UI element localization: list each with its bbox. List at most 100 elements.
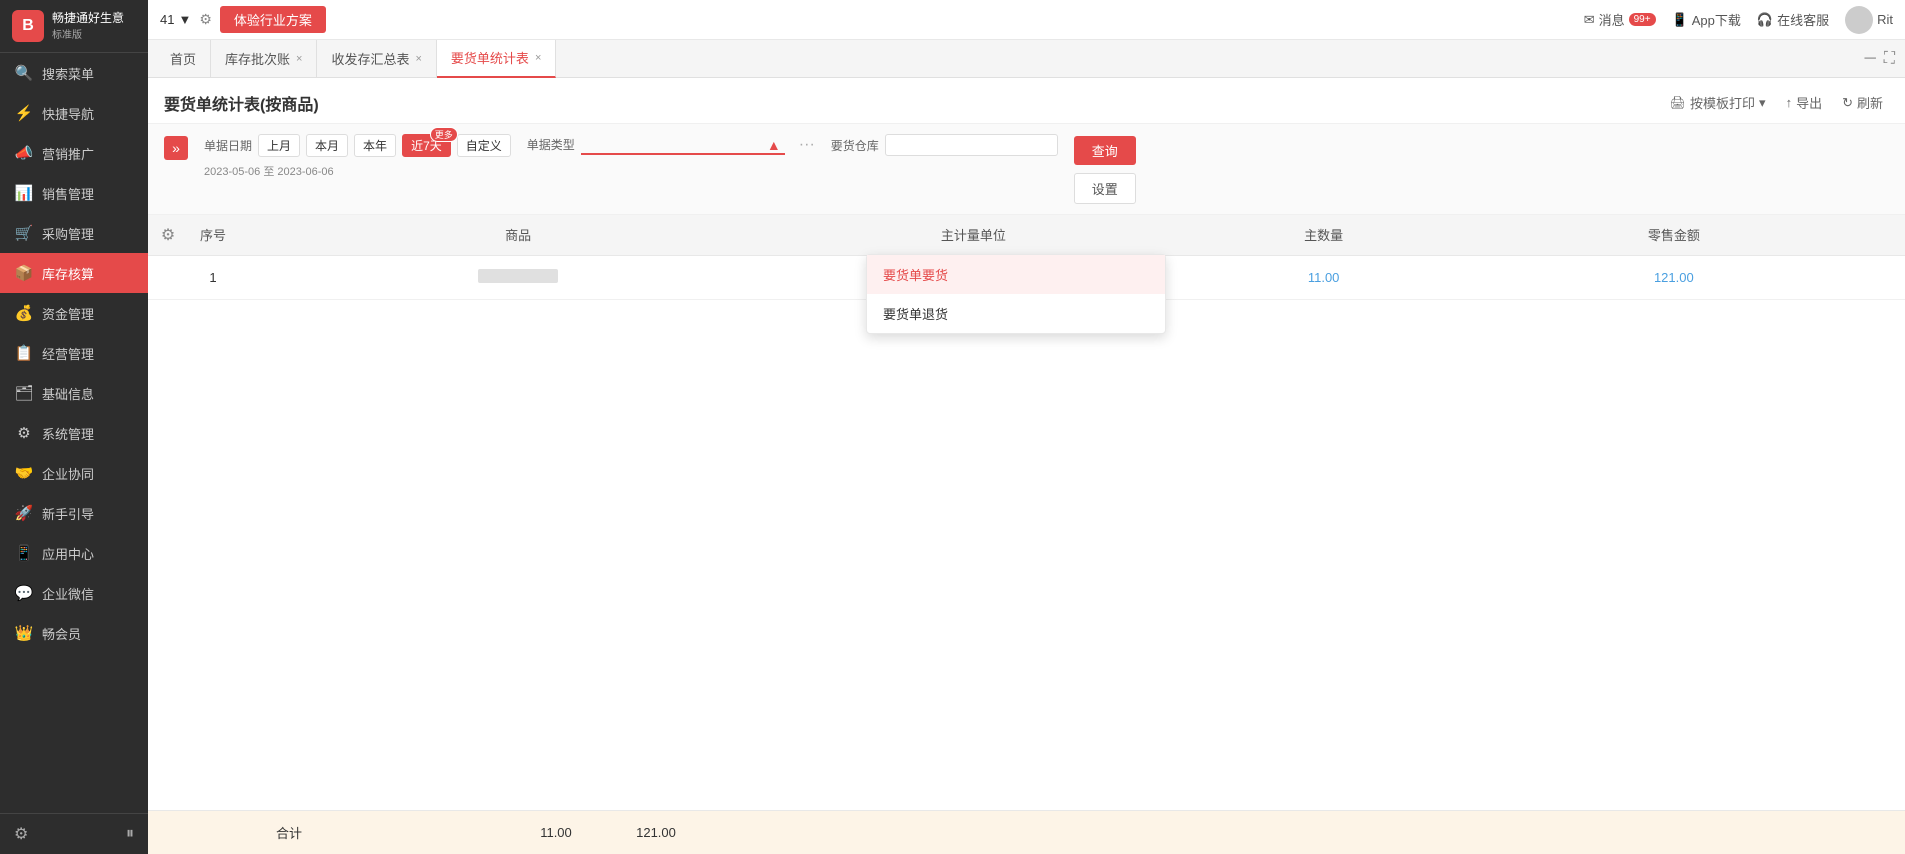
sidebar-item-appstore[interactable]: 📱应用中心	[0, 533, 148, 573]
service-btn[interactable]: 🎧 在线客服	[1757, 10, 1829, 29]
messages-btn[interactable]: ✉ 消息 99+	[1584, 10, 1656, 29]
tab-minimize-icon[interactable]: ─	[1862, 48, 1877, 70]
sidebar-item-label-shortcut: 快捷导航	[42, 104, 94, 123]
topbar-left: 41 ▼ ⚙ 体验行业方案	[160, 6, 326, 33]
app-download-btn[interactable]: 📱 App下载	[1672, 10, 1741, 29]
sidebar-item-marketing[interactable]: 📣营销推广	[0, 133, 148, 173]
export-label: 导出	[1796, 93, 1822, 112]
tab-collect[interactable]: 收发存汇总表 ×	[317, 40, 436, 78]
tab-batch-label: 库存批次账	[225, 49, 290, 68]
type-filter-label: 单据类型	[527, 136, 575, 153]
topbar: 41 ▼ ⚙ 体验行业方案 ✉ 消息 99+ 📱 App下载 🎧 在线客服 R	[148, 0, 1905, 40]
store-dropdown-icon: ▼	[178, 12, 191, 27]
date-week7-btn[interactable]: 近7天 更多	[402, 134, 451, 157]
page-title: 要货单统计表(按商品)	[164, 91, 319, 115]
table-header-row: ⚙ 序号 商品 主计量单位 主数量 零售金额	[148, 215, 1905, 255]
row-extra	[1849, 255, 1905, 299]
export-btn[interactable]: ↑ 导出	[1780, 90, 1829, 115]
print-arrow-icon: ▾	[1759, 95, 1766, 111]
topbar-gear-icon[interactable]: ⚙	[199, 11, 212, 28]
tab-home-label: 首页	[170, 49, 196, 68]
search-icon: 🔍	[14, 63, 34, 83]
row-settings	[148, 255, 188, 299]
sidebar-item-label-sales: 销售管理	[42, 184, 94, 203]
table-gear-icon[interactable]: ⚙	[161, 227, 175, 244]
dropdown-item-requisition-order[interactable]: 要货单要货	[867, 255, 1165, 294]
date-curr-btn[interactable]: 本月	[306, 134, 348, 157]
sidebar-item-label-inventory: 库存核算	[42, 264, 94, 283]
col-unit-header: 主计量单位	[798, 215, 1148, 255]
tab-collect-close[interactable]: ×	[415, 53, 421, 65]
user-avatar	[1845, 6, 1873, 34]
refresh-label: 刷新	[1857, 93, 1883, 112]
tab-expand-icon[interactable]: ⛶	[1882, 48, 1897, 70]
sidebar-item-shortcut[interactable]: ⚡快捷导航	[0, 93, 148, 133]
sidebar-item-operation[interactable]: 📋经营管理	[0, 333, 148, 373]
type-select-input[interactable]	[581, 134, 785, 155]
sidebar-item-guide[interactable]: 🚀新手引导	[0, 493, 148, 533]
app-name: 畅捷通好生意	[52, 11, 124, 27]
main-area: 41 ▼ ⚙ 体验行业方案 ✉ 消息 99+ 📱 App下载 🎧 在线客服 R	[148, 0, 1905, 854]
date-year-btn[interactable]: 本年	[354, 134, 396, 157]
settings-icon[interactable]: ⚙	[14, 824, 28, 844]
dropdown-item-req-return-label: 要货单退货	[883, 307, 948, 322]
sidebar-item-label-wechat: 企业微信	[42, 584, 94, 603]
footer-amount: 121.00	[606, 825, 706, 840]
app-sub: 标准版	[52, 26, 124, 41]
basic-icon: 🗂	[14, 383, 34, 403]
sidebar-item-inventory[interactable]: 📦库存核算	[0, 253, 148, 293]
user-avatar-area[interactable]: Rit	[1845, 6, 1893, 34]
tab-batch-close[interactable]: ×	[296, 53, 302, 65]
sidebar-item-basic[interactable]: 🗂基础信息	[0, 373, 148, 413]
sidebar-item-label-finance: 资金管理	[42, 304, 94, 323]
print-icon: 🖨	[1670, 95, 1687, 111]
sidebar-item-member[interactable]: 👑畅会员	[0, 613, 148, 653]
qty-link[interactable]: 11.00	[1308, 270, 1340, 285]
tab-home[interactable]: 首页	[156, 40, 211, 78]
industry-btn[interactable]: 体验行业方案	[220, 6, 326, 33]
finance-icon: 💰	[14, 303, 34, 323]
table-head: ⚙ 序号 商品 主计量单位 主数量 零售金额	[148, 215, 1905, 255]
store-number: 41	[160, 12, 174, 27]
warehouse-label: 要货仓库	[831, 137, 879, 154]
sidebar-item-wechat[interactable]: 💬企业微信	[0, 573, 148, 613]
tab-requisition[interactable]: 要货单统计表 ×	[437, 40, 556, 78]
sidebar-item-enterprise[interactable]: 🤝企业协同	[0, 453, 148, 493]
row-amount: 121.00	[1499, 255, 1849, 299]
tabbar-right: ─ ⛶	[1862, 48, 1897, 70]
msg-badge: 99+	[1629, 13, 1656, 26]
set-btn[interactable]: 设置	[1074, 173, 1136, 204]
refresh-icon: ↻	[1842, 95, 1853, 111]
sidebar-item-label-operation: 经营管理	[42, 344, 94, 363]
guide-icon: 🚀	[14, 503, 34, 523]
print-btn[interactable]: 🖨 按模板打印 ▾	[1664, 90, 1772, 115]
tab-batch[interactable]: 库存批次账 ×	[211, 40, 317, 78]
purchase-icon: 🛒	[14, 223, 34, 243]
date-prev-btn[interactable]: 上月	[258, 134, 300, 157]
collapse-icon[interactable]: ⏸	[126, 825, 134, 843]
refresh-btn[interactable]: ↻ 刷新	[1836, 90, 1889, 115]
tab-requisition-close[interactable]: ×	[535, 52, 541, 64]
app-label: App下载	[1692, 10, 1741, 29]
warehouse-input[interactable]	[885, 134, 1058, 156]
dropdown-item-requisition-return[interactable]: 要货单退货	[867, 294, 1165, 333]
sidebar-item-label-system: 系统管理	[42, 424, 94, 443]
query-btn[interactable]: 查询	[1074, 136, 1136, 165]
date-custom-btn[interactable]: 自定义	[457, 134, 511, 157]
sidebar-item-purchase[interactable]: 🛒采购管理	[0, 213, 148, 253]
store-selector[interactable]: 41 ▼	[160, 12, 191, 27]
service-label: 在线客服	[1777, 10, 1829, 29]
sidebar-item-label-search: 搜索菜单	[42, 64, 94, 83]
type-dots-icon[interactable]: ···	[799, 136, 815, 154]
type-dropdown: 要货单要货 要货单退货	[866, 254, 1166, 334]
sidebar-item-sales[interactable]: 📊 销售管理	[0, 173, 148, 213]
sidebar-item-search[interactable]: 🔍 搜索菜单	[0, 53, 148, 93]
content-area: 要货单统计表(按商品) 🖨 按模板打印 ▾ ↑ 导出 ↻ 刷新 »	[148, 78, 1905, 854]
sidebar-item-finance[interactable]: 💰 资金管理	[0, 293, 148, 333]
amount-link[interactable]: 121.00	[1654, 270, 1694, 285]
footer-qty: 11.00	[506, 825, 606, 840]
sidebar-item-system[interactable]: ⚙系统管理	[0, 413, 148, 453]
sales-icon: 📊	[14, 183, 34, 203]
member-icon: 👑	[14, 623, 34, 643]
filter-expand-btn[interactable]: »	[164, 136, 188, 160]
